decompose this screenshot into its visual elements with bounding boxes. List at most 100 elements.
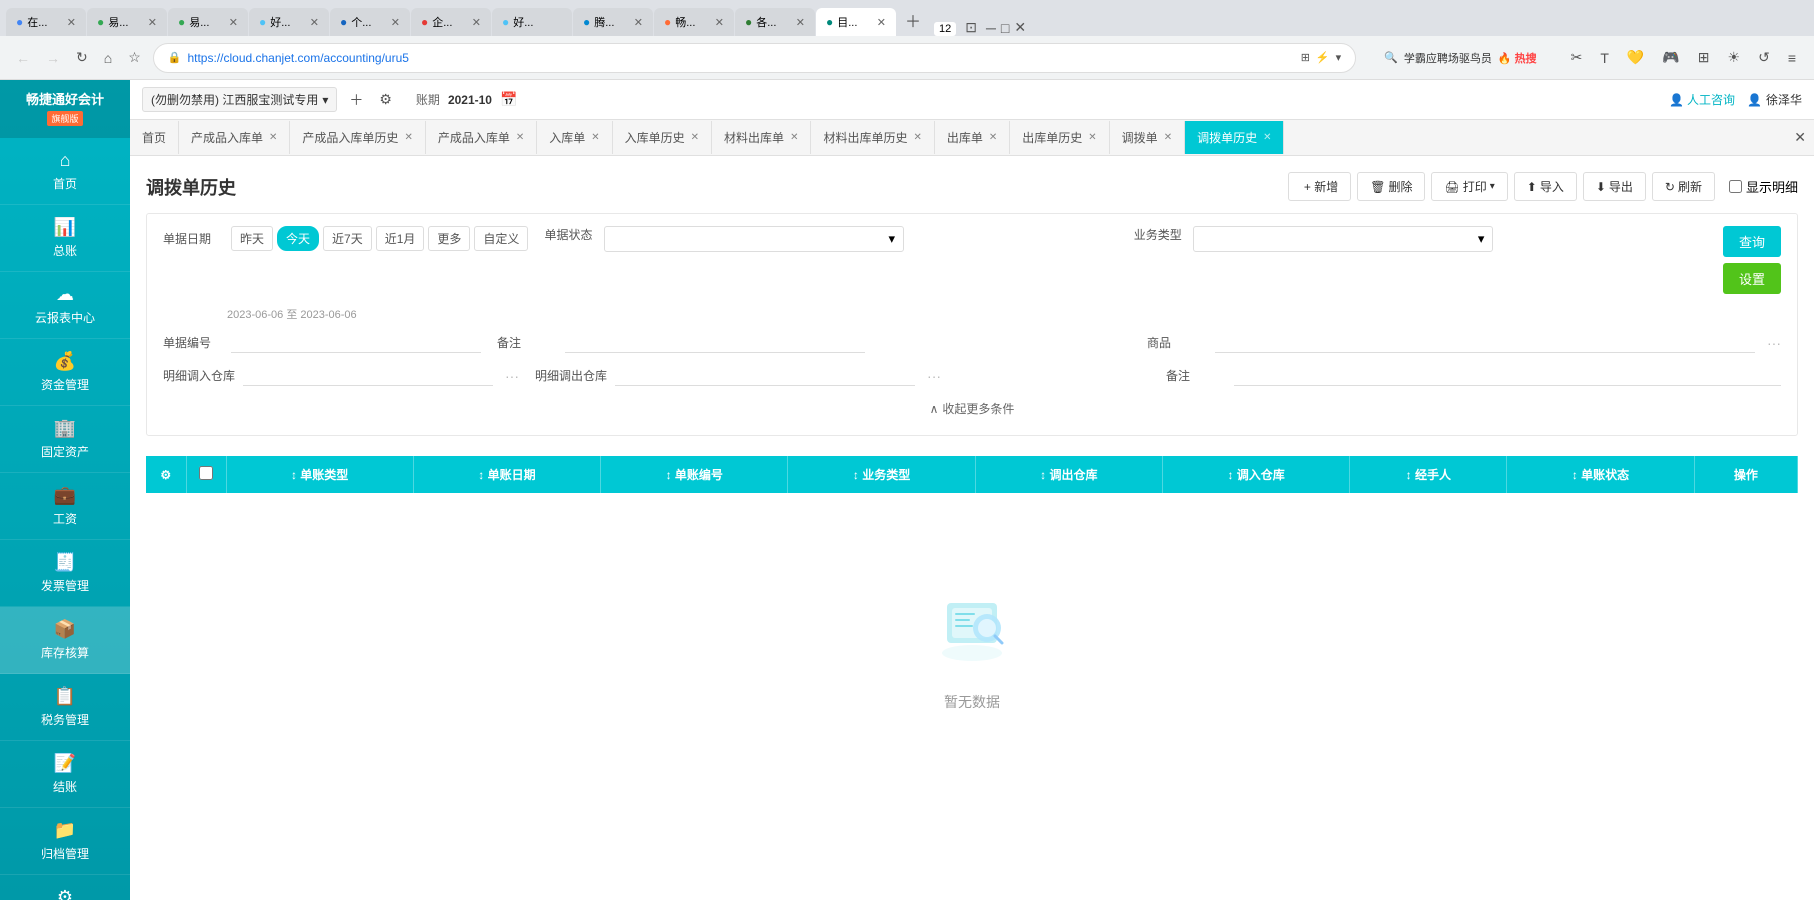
import-button[interactable]: ⬆ 导入 — [1514, 172, 1577, 201]
page-tab-in[interactable]: 入库单 ✕ — [537, 121, 612, 154]
forward-button[interactable]: → — [42, 46, 64, 70]
maximize-button[interactable]: □ — [1001, 20, 1009, 36]
close-all-tabs-button[interactable]: ✕ — [1794, 129, 1806, 145]
page-tab-product-in2[interactable]: 产成品入库单 ✕ — [426, 121, 537, 154]
th-in-warehouse[interactable]: ↕ 调入仓库 — [1162, 456, 1349, 493]
browser-tab-11[interactable]: ● 目... ✕ — [816, 8, 896, 36]
browser-tab-1[interactable]: ● 在... ✕ — [6, 8, 86, 36]
grid-tool[interactable]: ⊞ — [1692, 46, 1716, 69]
page-tab-product-in[interactable]: 产成品入库单 ✕ — [179, 121, 290, 154]
setting-button[interactable]: 设置 — [1723, 263, 1781, 294]
url-dropdown-button[interactable]: ▾ — [1336, 51, 1342, 64]
page-tab-in-hist[interactable]: 入库单历史 ✕ — [613, 121, 712, 154]
tab-close-mat-out-hist[interactable]: ✕ — [913, 132, 921, 143]
query-button[interactable]: 查询 — [1723, 226, 1781, 257]
home-button[interactable]: ⌂ — [100, 46, 116, 70]
th-settings[interactable]: ⚙ — [146, 456, 186, 493]
more-btn[interactable]: 更多 — [428, 226, 470, 251]
close-button[interactable]: ✕ — [1014, 19, 1026, 36]
sidebar-item-archive[interactable]: 📁 归档管理 — [0, 808, 130, 875]
reload-button[interactable]: ↻ — [72, 45, 92, 70]
status-select[interactable]: ▾ — [604, 226, 904, 252]
detail-out-input[interactable] — [615, 365, 915, 386]
lightning-button[interactable]: ⚡ — [1316, 51, 1330, 64]
tab-close-out[interactable]: ✕ — [989, 132, 997, 143]
theme-tool[interactable]: ☀ — [1722, 46, 1747, 69]
browser-tab-5[interactable]: ● 个... ✕ — [330, 8, 410, 36]
minimize-button[interactable]: ─ — [986, 20, 996, 36]
sidebar-item-settings[interactable]: ⚙ 基础设置 — [0, 875, 130, 900]
page-tab-transfer-hist[interactable]: 调拨单历史 ✕ — [1185, 121, 1284, 154]
company-selector[interactable]: (勿删勿禁用) 江西服宝测试专用 ▾ — [142, 87, 337, 112]
add-company-button[interactable]: ＋ — [345, 86, 367, 114]
today-btn[interactable]: 今天 — [277, 226, 319, 251]
sidebar-item-tax[interactable]: 📋 税务管理 — [0, 674, 130, 741]
page-tab-out[interactable]: 出库单 ✕ — [935, 121, 1010, 154]
custom-btn[interactable]: 自定义 — [474, 226, 528, 251]
bookmark-button[interactable]: ☆ — [124, 45, 145, 70]
tab-close-product-in2[interactable]: ✕ — [516, 132, 524, 143]
page-tab-home[interactable]: 首页 — [130, 121, 179, 154]
detail-in-more[interactable]: ··· — [505, 368, 519, 384]
th-handler[interactable]: ↕ 经手人 — [1350, 456, 1507, 493]
detail-in-input[interactable] — [243, 365, 493, 386]
delete-button[interactable]: 🗑 删除 — [1357, 172, 1425, 201]
page-tab-mat-out[interactable]: 材料出库单 ✕ — [712, 121, 811, 154]
th-checkbox[interactable] — [186, 456, 226, 493]
yesterday-btn[interactable]: 昨天 — [231, 226, 273, 251]
month-btn[interactable]: 近1月 — [376, 226, 425, 251]
sidebar-item-inventory[interactable]: 📦 库存核算 — [0, 607, 130, 674]
goods-input[interactable] — [1215, 332, 1755, 353]
back-button[interactable]: ← — [12, 46, 34, 70]
help-button[interactable]: 👤 人工咨询 — [1669, 91, 1735, 108]
remark-input[interactable] — [565, 332, 865, 353]
tab-close-out-hist[interactable]: ✕ — [1088, 132, 1096, 143]
calendar-icon[interactable]: 📅 — [500, 91, 517, 108]
th-doc-date[interactable]: ↕ 单账日期 — [413, 456, 600, 493]
url-input[interactable]: 🔒 https://cloud.chanjet.com/accounting/u… — [153, 43, 1356, 73]
wallet-tool[interactable]: 💛 — [1621, 46, 1650, 69]
tab-close-product-in-hist[interactable]: ✕ — [404, 132, 412, 143]
sidebar-item-salary[interactable]: 💼 工资 — [0, 473, 130, 540]
table-settings-icon[interactable]: ⚙ — [160, 468, 171, 482]
select-all-checkbox[interactable] — [199, 466, 213, 480]
tab-close-transfer[interactable]: ✕ — [1164, 132, 1172, 143]
sidebar-item-assets[interactable]: 🏢 固定资产 — [0, 406, 130, 473]
page-tab-product-in-hist[interactable]: 产成品入库单历史 ✕ — [290, 121, 425, 154]
show-all-checkbox[interactable] — [1729, 180, 1742, 193]
company-settings-button[interactable]: ⚙ — [375, 87, 396, 112]
print-button[interactable]: 🖨 打印 ▾ — [1431, 172, 1507, 201]
browser-tab-4[interactable]: ● 好... ✕ — [249, 8, 329, 36]
detail-remark-input[interactable] — [1234, 365, 1781, 386]
tab-menu-button[interactable]: ⊡ — [965, 19, 977, 36]
browser-tab-10[interactable]: ● 各... ✕ — [735, 8, 815, 36]
new-tab-button[interactable]: ＋ — [897, 4, 929, 36]
sidebar-item-ledger[interactable]: 📊 总账 — [0, 205, 130, 272]
browser-tab-2[interactable]: ● 易... ✕ — [87, 8, 167, 36]
browser-search-box[interactable]: 🔍 学霸应聘场驱鸟员 🔥 热搜 — [1372, 46, 1548, 70]
translate-tool[interactable]: T — [1594, 47, 1615, 69]
browser-tab-7[interactable]: ● 好... ✕ — [492, 8, 572, 36]
goods-more-button[interactable]: ··· — [1767, 335, 1781, 351]
th-doc-status[interactable]: ↕ 单账状态 — [1507, 456, 1694, 493]
game-tool[interactable]: 🎮 — [1656, 46, 1685, 69]
browser-tab-3[interactable]: ● 易... ✕ — [168, 8, 248, 36]
scissors-tool[interactable]: ✂ — [1565, 46, 1589, 69]
th-doc-no[interactable]: ↕ 单账编号 — [601, 456, 788, 493]
export-button[interactable]: ⬇ 导出 — [1583, 172, 1646, 201]
sidebar-item-home[interactable]: ⌂ 首页 — [0, 138, 130, 205]
sidebar-item-reports[interactable]: ☁ 云报表中心 — [0, 272, 130, 339]
collapse-button[interactable]: ∧ 收起更多条件 — [924, 394, 1021, 423]
refresh-button[interactable]: ↻ 刷新 — [1652, 172, 1715, 201]
th-out-warehouse[interactable]: ↕ 调出仓库 — [975, 456, 1162, 493]
extensions-button[interactable]: ⊞ — [1301, 51, 1310, 64]
history-tool[interactable]: ↺ — [1752, 46, 1776, 69]
page-tab-mat-out-hist[interactable]: 材料出库单历史 ✕ — [811, 121, 934, 154]
new-button[interactable]: + 新增 — [1288, 172, 1351, 201]
th-biz-type[interactable]: ↕ 业务类型 — [788, 456, 975, 493]
sidebar-item-funds[interactable]: 💰 资金管理 — [0, 339, 130, 406]
biz-type-select[interactable]: ▾ — [1193, 226, 1493, 252]
tab-close-transfer-hist[interactable]: ✕ — [1263, 132, 1271, 143]
browser-tab-8[interactable]: ● 腾... ✕ — [573, 8, 653, 36]
tab-close-in[interactable]: ✕ — [591, 132, 599, 143]
